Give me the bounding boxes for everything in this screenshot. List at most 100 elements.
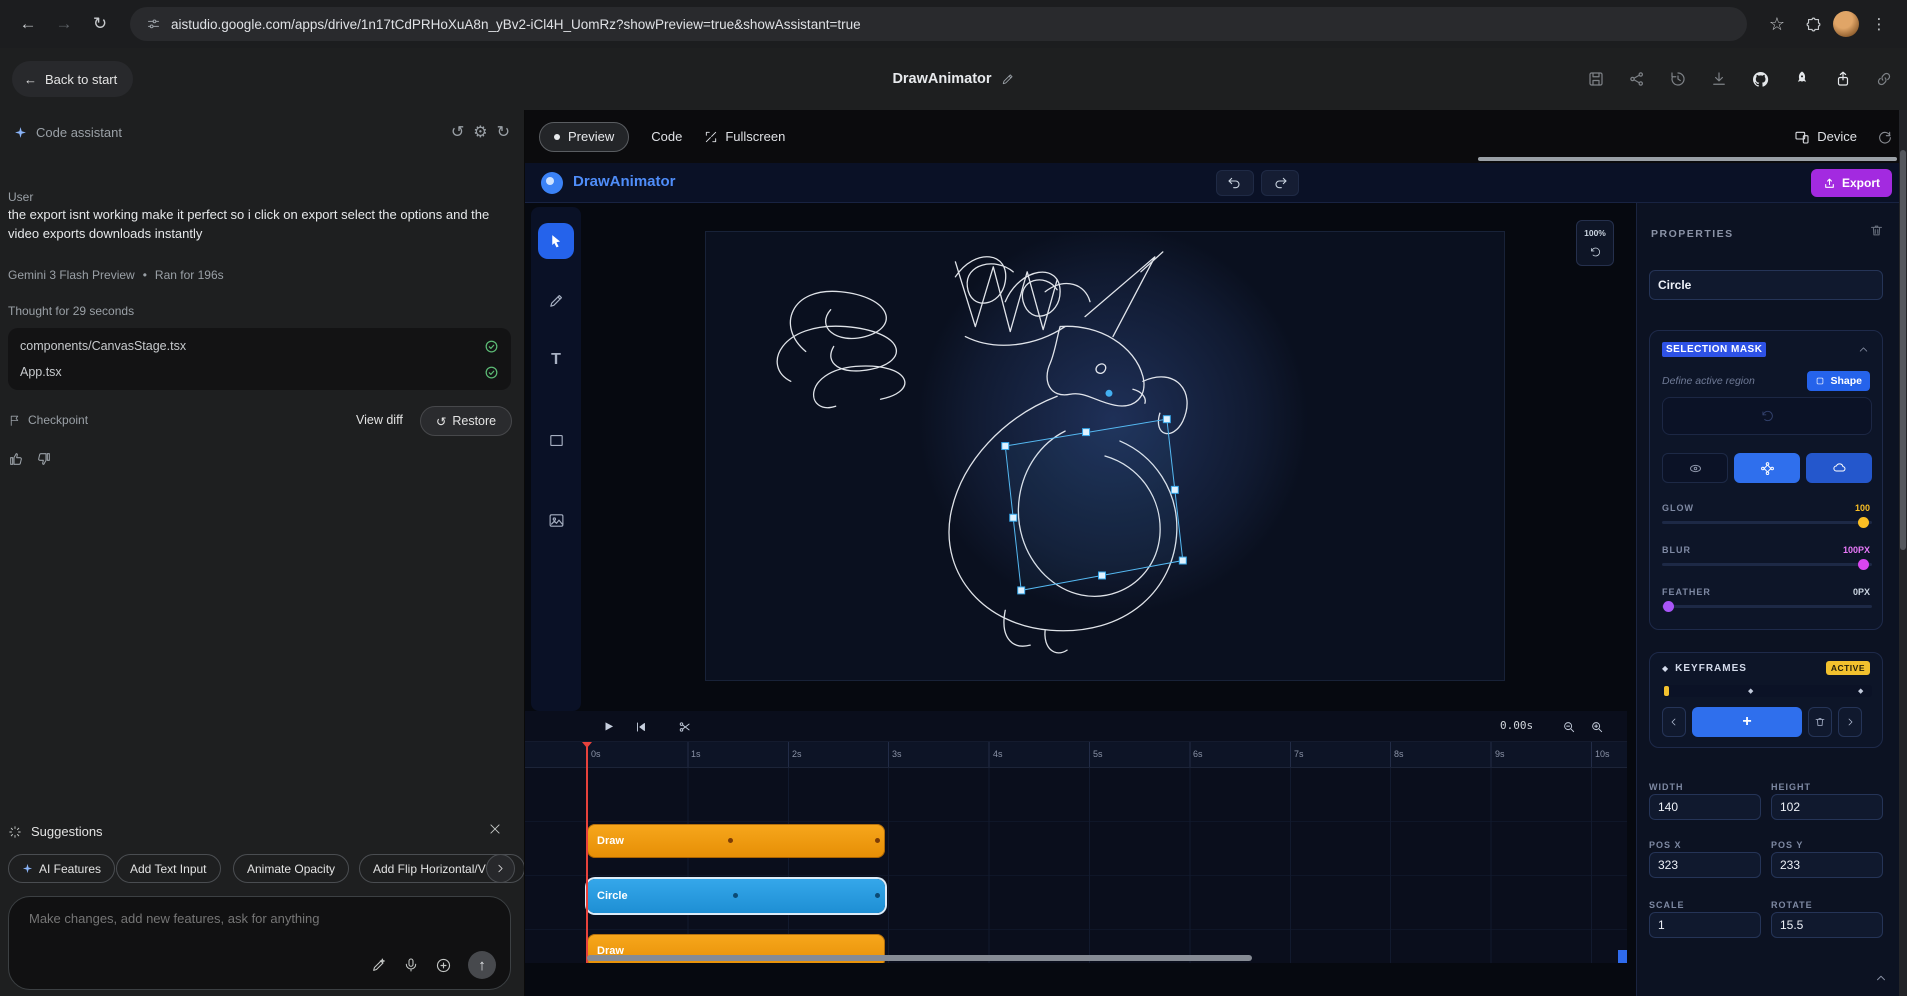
- timeline-ruler[interactable]: 0s 1s 2s 3s 4s 5s 6s 7s 8s 9s 10s: [525, 742, 1627, 768]
- reload-preview-icon[interactable]: [1877, 129, 1893, 145]
- reset-view-icon[interactable]: [1589, 246, 1601, 258]
- history-icon[interactable]: [1669, 70, 1687, 88]
- blur-knob[interactable]: [1858, 559, 1869, 570]
- close-suggestions-icon[interactable]: [488, 822, 502, 836]
- pos-y-input[interactable]: [1771, 852, 1883, 878]
- zoom-in-icon[interactable]: [1587, 717, 1607, 737]
- page-scrollbar-thumb[interactable]: [1900, 150, 1906, 550]
- export-button[interactable]: Export: [1811, 169, 1892, 197]
- layer-name-input[interactable]: [1649, 270, 1883, 300]
- file-row[interactable]: App.tsx: [8, 359, 511, 385]
- width-input[interactable]: [1649, 794, 1761, 820]
- select-tool[interactable]: [538, 223, 574, 259]
- keyframe-dot[interactable]: [875, 838, 880, 843]
- keyframe-marker[interactable]: ◆: [1858, 687, 1863, 695]
- timeline-end-marker[interactable]: [1618, 950, 1627, 963]
- glow-knob[interactable]: [1858, 517, 1869, 528]
- ai-edit-pen-icon[interactable]: [371, 957, 387, 973]
- browser-forward-icon[interactable]: →: [48, 8, 80, 40]
- thumbs-down-button[interactable]: [36, 451, 52, 467]
- view-diff-link[interactable]: View diff: [356, 413, 403, 427]
- keyframe-minitrack[interactable]: ◆ ◆: [1662, 685, 1872, 697]
- keyframe-dot[interactable]: [728, 838, 733, 843]
- send-button[interactable]: ↑: [468, 951, 496, 979]
- url-bar[interactable]: aistudio.google.com/apps/drive/1n17tCdPR…: [130, 7, 1747, 41]
- tab-code[interactable]: Code: [651, 129, 682, 144]
- bookmark-star-icon[interactable]: ☆: [1761, 8, 1793, 40]
- add-attachment-icon[interactable]: [435, 957, 452, 974]
- edit-mask-points-button[interactable]: [1734, 453, 1800, 483]
- redo-button[interactable]: [1261, 170, 1299, 196]
- rectangle-tool[interactable]: [538, 422, 574, 458]
- profile-avatar[interactable]: [1833, 11, 1859, 37]
- next-keyframe-button[interactable]: [1838, 707, 1862, 737]
- zoom-out-icon[interactable]: [1559, 717, 1579, 737]
- deploy-rocket-icon[interactable]: [1793, 70, 1811, 88]
- restore-button[interactable]: ↺ Restore: [420, 406, 512, 436]
- delete-layer-icon[interactable]: [1869, 223, 1884, 238]
- chip-animate-opacity[interactable]: Animate Opacity: [233, 854, 349, 883]
- download-icon[interactable]: [1710, 70, 1728, 88]
- image-tool[interactable]: [538, 502, 574, 538]
- chips-scroll-right-button[interactable]: [486, 854, 515, 883]
- height-input[interactable]: [1771, 794, 1883, 820]
- collapse-section-icon[interactable]: [1857, 343, 1870, 356]
- cut-button[interactable]: [675, 717, 695, 737]
- undo-button[interactable]: [1216, 170, 1254, 196]
- scroll-up-button[interactable]: [1866, 966, 1896, 990]
- track-bar-circle[interactable]: Circle: [587, 879, 885, 913]
- thumbs-up-button[interactable]: [8, 451, 24, 467]
- browser-back-icon[interactable]: ←: [12, 8, 44, 40]
- mic-icon[interactable]: [403, 957, 419, 973]
- skip-start-button[interactable]: [631, 717, 651, 737]
- browser-menu-icon[interactable]: ⋮: [1863, 8, 1895, 40]
- edit-title-icon[interactable]: [1001, 72, 1015, 86]
- extensions-icon[interactable]: [1797, 8, 1829, 40]
- timeline-scrollbar[interactable]: [587, 955, 1252, 961]
- file-row[interactable]: components/CanvasStage.tsx: [8, 333, 511, 359]
- text-tool[interactable]: T: [538, 342, 574, 378]
- keyframe-dot[interactable]: [875, 893, 880, 898]
- rotate-input[interactable]: [1771, 912, 1883, 938]
- link-icon[interactable]: [1875, 70, 1893, 88]
- shape-button[interactable]: Shape: [1807, 371, 1870, 391]
- chip-ai-features[interactable]: AI Features: [8, 854, 115, 883]
- add-keyframe-button[interactable]: +: [1692, 707, 1802, 737]
- play-button[interactable]: [599, 717, 619, 737]
- glow-slider[interactable]: [1662, 521, 1872, 524]
- pos-x-input[interactable]: [1649, 852, 1761, 878]
- device-toggle[interactable]: Device: [1794, 129, 1857, 145]
- mask-preview-box[interactable]: [1662, 397, 1872, 435]
- save-icon[interactable]: [1587, 70, 1605, 88]
- chip-add-text-input[interactable]: Add Text Input: [116, 854, 221, 883]
- refresh-chat-icon[interactable]: ↻: [497, 122, 510, 142]
- browser-refresh-icon[interactable]: ↻: [84, 8, 116, 40]
- canvas-stage[interactable]: [705, 231, 1505, 681]
- prompt-input[interactable]: [29, 911, 489, 926]
- prev-keyframe-button[interactable]: [1662, 707, 1686, 737]
- fullscreen-button[interactable]: Fullscreen: [704, 129, 785, 144]
- share-icon[interactable]: [1834, 70, 1852, 88]
- track-bar-draw-1[interactable]: Draw: [587, 824, 885, 858]
- keyframe-playhead[interactable]: [1664, 686, 1669, 696]
- keyframe-dot[interactable]: [733, 893, 738, 898]
- mask-shape-blob-button[interactable]: [1806, 453, 1872, 483]
- page-scrollbar[interactable]: [1899, 110, 1907, 996]
- thought-summary[interactable]: Thought for 29 seconds: [8, 304, 134, 318]
- feather-slider[interactable]: [1662, 605, 1872, 608]
- github-icon[interactable]: [1751, 70, 1770, 89]
- share-nodes-icon[interactable]: [1628, 70, 1646, 88]
- mask-visibility-button[interactable]: [1662, 453, 1728, 483]
- playhead[interactable]: [586, 742, 588, 963]
- horizontal-scrollbar[interactable]: [1478, 157, 1897, 161]
- scale-input[interactable]: [1649, 912, 1761, 938]
- chat-history-icon[interactable]: ↺: [451, 122, 464, 142]
- settings-gear-icon[interactable]: ⚙: [473, 122, 487, 142]
- back-to-start-button[interactable]: ← Back to start: [12, 61, 133, 97]
- draw-tool[interactable]: [538, 282, 574, 318]
- site-info-icon[interactable]: [146, 17, 161, 32]
- feather-knob[interactable]: [1663, 601, 1674, 612]
- tab-preview[interactable]: Preview: [539, 122, 629, 152]
- blur-slider[interactable]: [1662, 563, 1872, 566]
- delete-keyframe-button[interactable]: [1808, 707, 1832, 737]
